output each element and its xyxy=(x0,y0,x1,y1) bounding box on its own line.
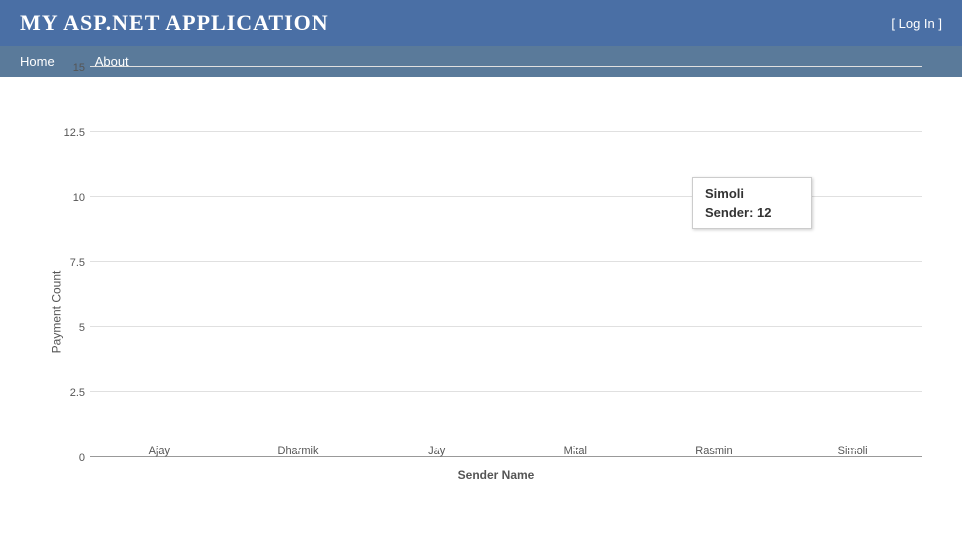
tooltip-sender-name: Simoli xyxy=(705,186,799,201)
bar-group: 2Ajay xyxy=(134,440,184,457)
nav-about[interactable]: About xyxy=(75,46,149,77)
bar-group: 2Rasmin xyxy=(689,440,739,457)
bar-value-label: 4 xyxy=(434,443,440,454)
y-tick-label: 15 xyxy=(60,62,85,74)
y-tick-label: 5 xyxy=(60,322,85,334)
bar-value-label: 1 xyxy=(295,443,301,454)
app-title: My ASP.NET Application xyxy=(20,10,329,36)
tooltip: Simoli Sender: 12 xyxy=(692,177,812,229)
chart-inner: 02.557.51012.515 2Ajay1Dharmik4Jay2Mital… xyxy=(60,97,932,487)
tooltip-value: Sender: 12 xyxy=(705,205,799,220)
bar-value-label: 2 xyxy=(157,443,163,454)
y-tick-label: 12.5 xyxy=(60,127,85,139)
bar-value-label: 2 xyxy=(711,443,717,454)
bar-group: 2Mital xyxy=(550,440,600,457)
y-tick-label: 7.5 xyxy=(60,257,85,269)
y-tick-label: 10 xyxy=(60,192,85,204)
navbar: Home About xyxy=(0,46,962,77)
header: My ASP.NET Application [ Log In ] xyxy=(0,0,962,46)
bar-group: 4Jay xyxy=(412,440,462,457)
bar-group: 12Simoli xyxy=(828,440,878,457)
bar-value-label: 2 xyxy=(573,443,579,454)
y-tick-label: 2.5 xyxy=(60,387,85,399)
chart-container: Payment Count 02.557.51012.515 2Ajay1Dha… xyxy=(0,77,962,547)
bar-value-label: 12 xyxy=(847,443,858,454)
x-axis-label: Sender Name xyxy=(458,468,535,482)
login-link[interactable]: [ Log In ] xyxy=(891,16,942,31)
bars-area: 2Ajay1Dharmik4Jay2Mital2Rasmin12Simoli xyxy=(90,97,922,457)
tooltip-label: Sender: xyxy=(705,205,753,220)
tooltip-number: 12 xyxy=(757,205,771,220)
bar-group: 1Dharmik xyxy=(273,440,323,457)
y-tick-label: 0 xyxy=(60,452,85,464)
y-gridline xyxy=(90,66,922,67)
